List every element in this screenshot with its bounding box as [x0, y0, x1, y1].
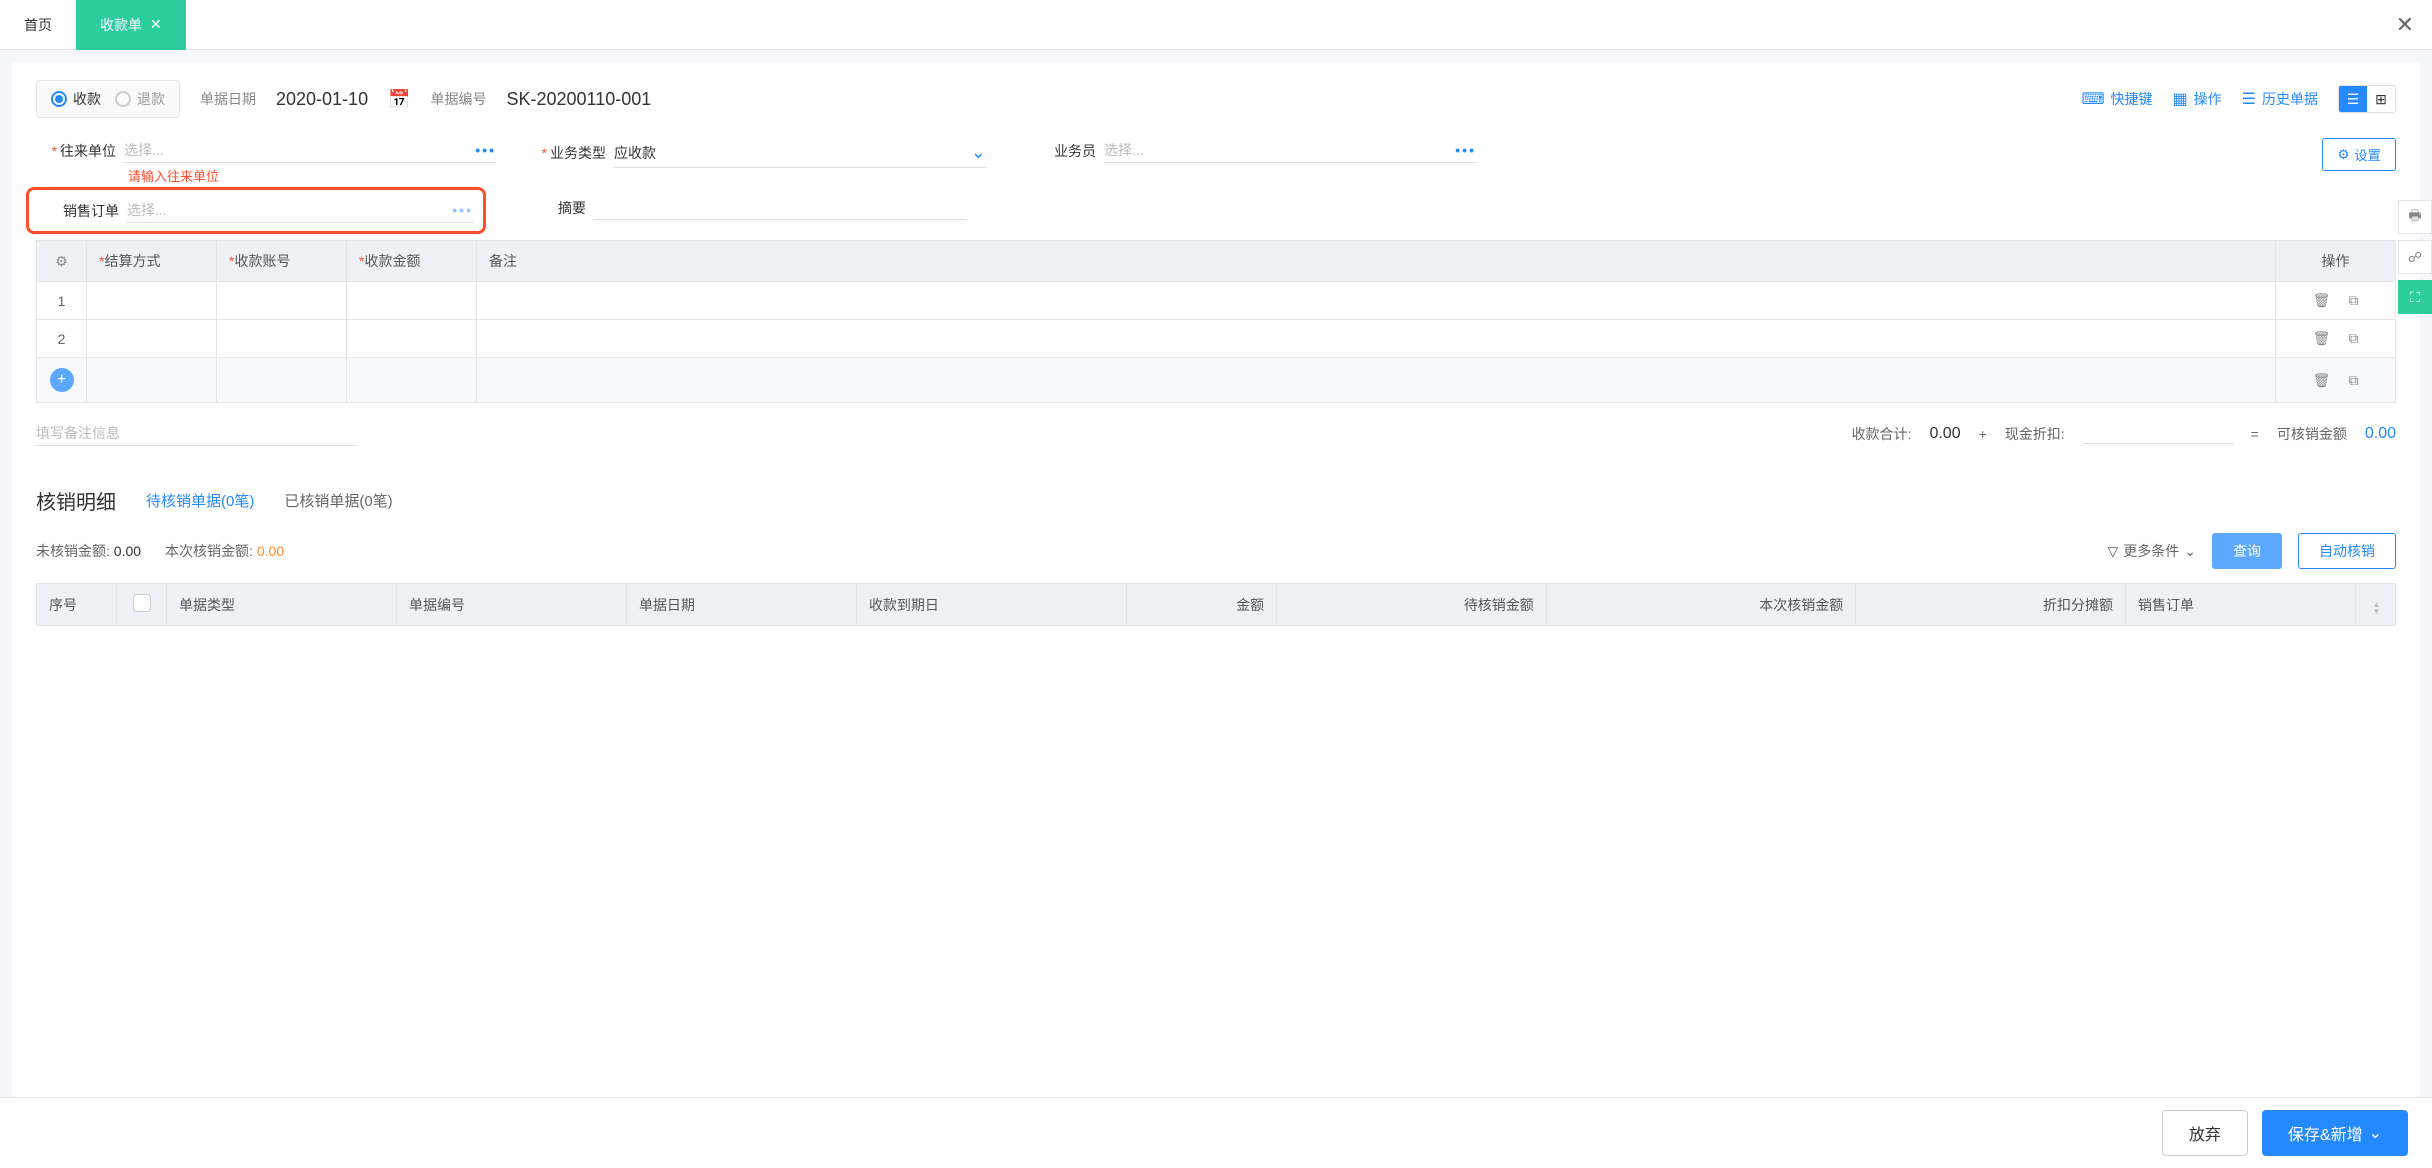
copy-icon[interactable]: ⧉ — [2348, 292, 2358, 309]
col-date[interactable]: 单据日期 — [626, 584, 856, 626]
chevron-down-icon: ⌄ — [2184, 543, 2196, 560]
rail-print-button[interactable]: 🖶 — [2398, 200, 2432, 234]
radio-refund[interactable]: 退款 — [115, 89, 165, 109]
list-icon: ☰ — [2242, 89, 2256, 109]
tab-pending[interactable]: 待核销单据(0笔) — [146, 490, 254, 511]
thistime-value: 0.00 — [257, 543, 284, 559]
biztype-input[interactable] — [614, 145, 971, 161]
add-row-button[interactable]: + — [50, 368, 74, 392]
discount-label: 现金折扣: — [2005, 424, 2065, 444]
unwritten-label: 未核销金额: — [36, 543, 110, 559]
rail-link-button[interactable]: ☍ — [2398, 240, 2432, 274]
col-thistime[interactable]: 本次核销金额 — [1546, 584, 1855, 626]
total-label: 收款合计: — [1852, 424, 1912, 444]
col-discount[interactable]: 折扣分摊额 — [1856, 584, 2126, 626]
date-label: 单据日期 — [200, 89, 256, 109]
col-due[interactable]: 收款到期日 — [856, 584, 1126, 626]
gear-icon[interactable]: ⚙ — [55, 253, 68, 269]
query-button[interactable]: 查询 — [2212, 533, 2282, 569]
operation-button[interactable]: ▦ 操作 — [2173, 89, 2222, 109]
writeoff-value: 0.00 — [2365, 425, 2396, 443]
view-list-button[interactable]: ☰ — [2339, 86, 2367, 112]
col-amount[interactable]: 金额 — [1126, 584, 1276, 626]
sort-icon[interactable]: ▲▼ — [2373, 601, 2381, 615]
dots-icon[interactable]: ••• — [452, 202, 473, 218]
receipt-type-radio-group: 收款 退款 — [36, 80, 180, 118]
biztype-field: *业务类型 ⌄ — [526, 138, 986, 168]
radio-checked-icon — [51, 91, 67, 107]
table-row[interactable]: 2 🗑⧉ — [37, 320, 2396, 358]
view-card-button[interactable]: ⊞ — [2367, 86, 2395, 112]
copy-icon[interactable]: ⧉ — [2348, 330, 2358, 347]
number-label: 单据编号 — [431, 89, 487, 109]
radio-receive[interactable]: 收款 — [51, 89, 101, 109]
close-all-icon[interactable]: ✕ — [2396, 12, 2414, 38]
radio-unchecked-icon — [115, 91, 131, 107]
discount-input[interactable] — [2083, 424, 2233, 444]
section-title: 核销明细 — [36, 486, 116, 515]
tab-done[interactable]: 已核销单据(0笔) — [284, 490, 392, 511]
table-row[interactable]: 1 🗑⧉ — [37, 282, 2396, 320]
shortcut-button[interactable]: ⌨ 快捷键 — [2081, 89, 2152, 109]
tab-receipt[interactable]: 收款单 ✕ — [76, 0, 186, 50]
settings-button[interactable]: ⚙ 设置 — [2322, 138, 2396, 171]
remark-input[interactable] — [36, 421, 356, 446]
grid-icon: ▦ — [2173, 89, 2188, 109]
chevron-down-icon[interactable]: ⌄ — [971, 142, 986, 163]
chevron-down-icon: ⌄ — [2369, 1123, 2382, 1143]
equals-sign: = — [2251, 426, 2259, 442]
writeoff-label: 可核销金额 — [2277, 424, 2347, 444]
col-no[interactable]: 单据编号 — [396, 584, 626, 626]
salesorder-field: 销售订单 ••• — [26, 187, 486, 234]
col-seq: 序号 — [37, 584, 117, 626]
detail-table: 序号 单据类型 单据编号 单据日期 收款到期日 金额 待核销金额 本次核销金额 … — [36, 583, 2396, 626]
unwritten-value: 0.00 — [114, 543, 141, 559]
select-all-checkbox[interactable] — [133, 594, 151, 612]
plus-sign: + — [1979, 426, 1987, 442]
table-add-row: + 🗑 ⧉ — [37, 358, 2396, 403]
partner-field: *往来单位 ••• 请输入往来单位 — [36, 138, 496, 163]
date-value[interactable]: 2020-01-10 — [276, 89, 368, 110]
rail-expand-button[interactable]: ⛶ — [2398, 280, 2432, 314]
salesman-input[interactable] — [1104, 142, 1455, 158]
keyboard-icon: ⌨ — [2081, 89, 2104, 109]
dots-icon[interactable]: ••• — [475, 142, 496, 158]
auto-writeoff-button[interactable]: 自动核销 — [2298, 533, 2396, 569]
col-type[interactable]: 单据类型 — [167, 584, 397, 626]
calendar-icon[interactable]: 📅 — [388, 89, 410, 110]
delete-icon[interactable]: 🗑 — [2313, 292, 2331, 309]
dots-icon[interactable]: ••• — [1455, 142, 1476, 158]
save-new-button[interactable]: 保存&新增 ⌄ — [2262, 1110, 2408, 1156]
delete-icon[interactable]: 🗑 — [2313, 330, 2331, 347]
gear-icon: ⚙ — [2337, 147, 2349, 163]
delete-icon[interactable]: 🗑 — [2313, 372, 2331, 389]
salesman-field: 业务员 ••• — [1016, 138, 1476, 163]
tab-home[interactable]: 首页 — [0, 0, 76, 50]
thistime-label: 本次核销金额: — [165, 543, 253, 559]
partner-error: 请输入往来单位 — [128, 166, 219, 185]
total-value: 0.00 — [1929, 425, 1960, 443]
col-pending[interactable]: 待核销金额 — [1277, 584, 1547, 626]
copy-icon[interactable]: ⧉ — [2348, 372, 2358, 389]
salesorder-input[interactable] — [127, 202, 452, 218]
filter-icon: ▽ — [2107, 543, 2118, 560]
cancel-button[interactable]: 放弃 — [2162, 1110, 2248, 1156]
summary-input[interactable] — [594, 199, 966, 215]
col-order[interactable]: 销售订单 — [2126, 584, 2356, 626]
more-conditions-button[interactable]: ▽ 更多条件 ⌄ — [2107, 541, 2196, 561]
partner-input[interactable] — [124, 142, 475, 158]
summary-field: 摘要 — [506, 195, 966, 220]
number-value: SK-20200110-001 — [507, 89, 652, 110]
history-button[interactable]: ☰ 历史单据 — [2242, 89, 2318, 109]
view-toggle: ☰ ⊞ — [2338, 85, 2396, 113]
payment-table: ⚙ *结算方式 *收款账号 *收款金额 备注 操作 1 🗑⧉ 2 🗑⧉ + 🗑⧉ — [36, 240, 2396, 403]
close-icon[interactable]: ✕ — [150, 16, 162, 33]
